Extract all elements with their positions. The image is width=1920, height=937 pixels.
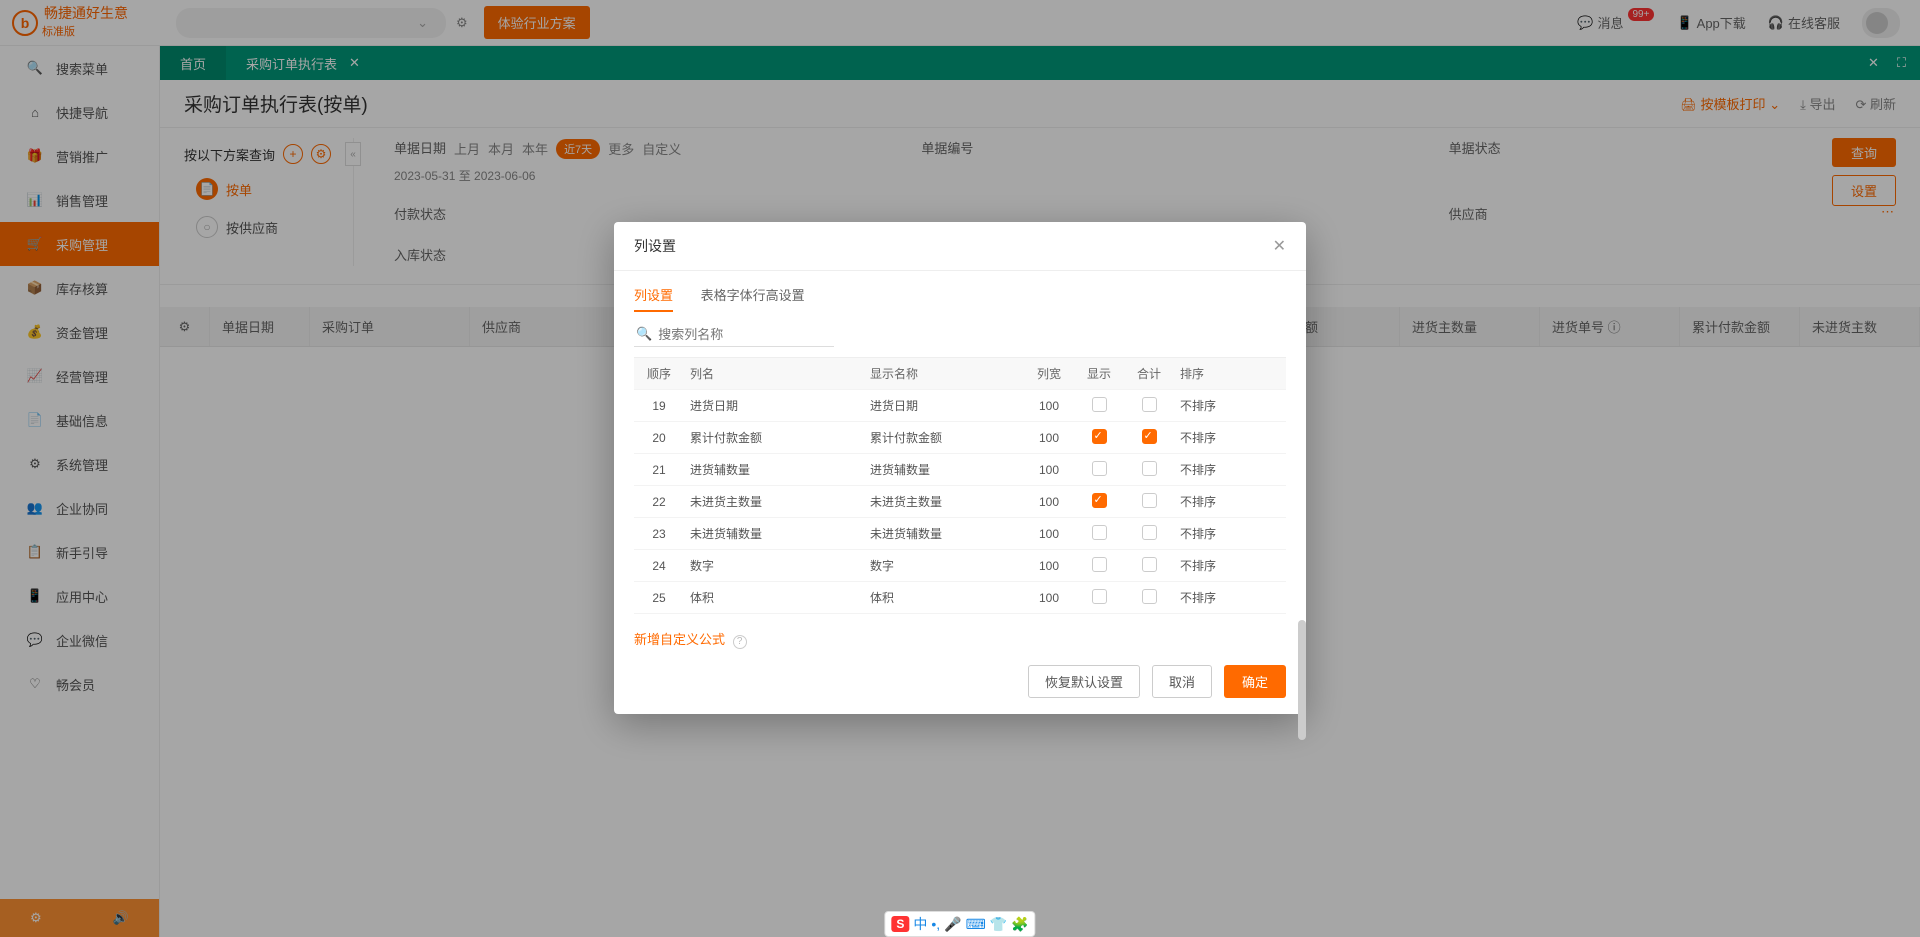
cancel-button[interactable]: 取消 — [1152, 665, 1212, 698]
ime-mic-icon[interactable]: 🎤 — [944, 916, 961, 933]
show-checkbox — [1092, 493, 1107, 508]
sogou-icon[interactable]: S — [891, 916, 909, 932]
ime-tool-icon[interactable]: 🧩 — [1011, 916, 1028, 933]
ime-toolbar: S 中 •, 🎤 ⌨ 👕 🧩 — [884, 911, 1035, 937]
show-checkbox — [1092, 397, 1107, 412]
modal-tabs: 列设置 表格字体行高设置 — [614, 271, 1306, 312]
sum-checkbox — [1142, 493, 1157, 508]
sum-checkbox — [1142, 461, 1157, 476]
show-checkbox — [1092, 589, 1107, 604]
modal-tab-font[interactable]: 表格字体行高设置 — [701, 285, 805, 310]
column-row: 22 未进货主数量 未进货主数量 100 不排序 — [634, 486, 1286, 518]
search-icon: 🔍 — [636, 326, 652, 342]
column-table: 顺序 列名 显示名称 列宽 显示 合计 排序 19 进货日期 进货日期 100 … — [634, 357, 1286, 617]
restore-button[interactable]: 恢复默认设置 — [1028, 665, 1140, 698]
sum-checkbox — [1142, 429, 1157, 444]
add-custom-formula: 新增自定义公式 ? — [614, 617, 1306, 649]
show-checkbox — [1092, 461, 1107, 476]
column-row: 19 进货日期 进货日期 100 不排序 — [634, 390, 1286, 422]
column-row: 23 未进货辅数量 未进货辅数量 100 不排序 — [634, 518, 1286, 550]
modal-title: 列设置 — [634, 236, 676, 256]
ime-skin-icon[interactable]: 👕 — [990, 916, 1007, 933]
modal-search-input[interactable] — [658, 327, 834, 342]
ime-keyboard-icon[interactable]: ⌨ — [966, 916, 986, 933]
column-settings-modal: 列设置 ✕ 列设置 表格字体行高设置 🔍 顺序 列名 显示名称 列宽 显示 合计… — [614, 222, 1306, 714]
modal-footer: 恢复默认设置 取消 确定 — [614, 649, 1306, 714]
column-row: 25 体积 体积 100 不排序 — [634, 582, 1286, 614]
ime-punc-icon[interactable]: •, — [931, 916, 940, 932]
sum-checkbox — [1142, 397, 1157, 412]
sum-checkbox — [1142, 589, 1157, 604]
sum-checkbox — [1142, 525, 1157, 540]
show-checkbox — [1092, 557, 1107, 572]
modal-search[interactable]: 🔍 — [634, 322, 834, 347]
modal-tab-columns[interactable]: 列设置 — [634, 285, 673, 312]
column-row: 20 累计付款金额 累计付款金额 100 不排序 — [634, 422, 1286, 454]
show-checkbox — [1092, 525, 1107, 540]
ime-lang-icon[interactable]: 中 — [913, 914, 927, 934]
ok-button[interactable]: 确定 — [1224, 665, 1286, 698]
column-table-head: 顺序 列名 显示名称 列宽 显示 合计 排序 — [634, 358, 1286, 390]
close-icon[interactable]: ✕ — [1273, 236, 1286, 256]
show-checkbox — [1092, 429, 1107, 444]
add-formula-link[interactable]: 新增自定义公式 — [634, 632, 725, 647]
help-icon[interactable]: ? — [733, 635, 747, 649]
column-row: 24 数字 数字 100 不排序 — [634, 550, 1286, 582]
column-row: 21 进货辅数量 进货辅数量 100 不排序 — [634, 454, 1286, 486]
sum-checkbox — [1142, 557, 1157, 572]
